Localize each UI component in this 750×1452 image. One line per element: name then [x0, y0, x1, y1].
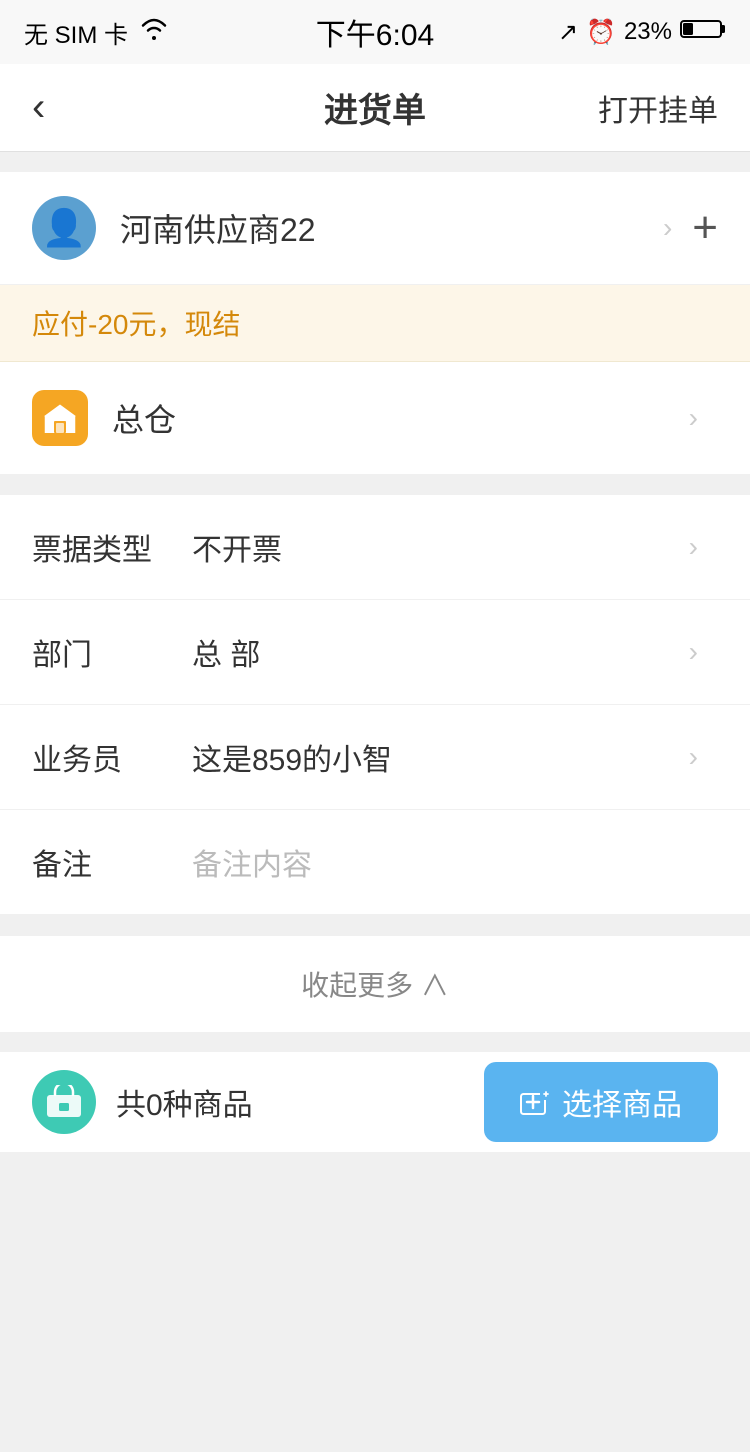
notice-text: 应付-20元，现结	[32, 309, 240, 340]
battery-label: 23%	[624, 18, 672, 46]
wifi-icon	[140, 18, 168, 47]
invoice-type-chevron-icon: ›	[689, 531, 698, 563]
invoice-type-label: 票据类型	[32, 525, 172, 569]
supplier-avatar: 👤	[32, 196, 96, 260]
department-row[interactable]: 部门 总 部 ›	[0, 600, 750, 705]
invoice-type-value: 不开票	[172, 525, 689, 569]
remark-input[interactable]: 备注内容	[172, 840, 718, 884]
separator-1	[0, 152, 750, 172]
battery-icon	[680, 18, 726, 47]
status-right: ↗ ⏰ 23%	[558, 18, 726, 47]
alarm-icon: ⏰	[586, 18, 616, 47]
supplier-section: 👤 河南供应商22 › + 应付-20元，现结 总仓 ›	[0, 172, 750, 475]
remark-row[interactable]: 备注 备注内容	[0, 810, 750, 915]
page-title: 进货单	[324, 83, 426, 132]
warehouse-name: 总仓	[112, 395, 689, 441]
collapse-label: 收起更多 ∧	[301, 964, 449, 1004]
supplier-chevron-icon: ›	[663, 212, 672, 244]
nav-bar: ‹ 进货单 打开挂单	[0, 64, 750, 152]
form-section: 票据类型 不开票 › 部门 总 部 › 业务员 这是859的小智 › 备注 备注…	[0, 495, 750, 915]
status-time: 下午6:04	[316, 10, 434, 54]
add-supplier-button[interactable]: +	[692, 206, 718, 250]
carrier-label: 无 SIM 卡	[24, 15, 128, 50]
warehouse-icon	[32, 390, 88, 446]
department-value: 总 部	[172, 630, 689, 674]
status-left: 无 SIM 卡	[24, 15, 168, 50]
product-count-label: 共0种商品	[116, 1080, 484, 1124]
bottom-product-bar: 共0种商品 选择商品	[0, 1052, 750, 1152]
bottom-gray-area	[0, 1152, 750, 1452]
avatar-icon: 👤	[42, 207, 87, 249]
salesperson-value: 这是859的小智	[172, 735, 689, 779]
collapse-row[interactable]: 收起更多 ∧	[0, 935, 750, 1032]
remark-label: 备注	[32, 840, 172, 884]
warehouse-chevron-icon: ›	[689, 402, 698, 434]
department-chevron-icon: ›	[689, 636, 698, 668]
product-icon-wrap	[32, 1070, 96, 1134]
back-button[interactable]: ‹	[32, 85, 92, 130]
department-label: 部门	[32, 630, 172, 674]
salesperson-label: 业务员	[32, 735, 172, 779]
location-icon: ↗	[558, 18, 578, 47]
warehouse-row[interactable]: 总仓 ›	[0, 362, 750, 475]
select-product-label: 选择商品	[562, 1080, 682, 1124]
salesperson-row[interactable]: 业务员 这是859的小智 ›	[0, 705, 750, 810]
open-pending-button[interactable]: 打开挂单	[598, 86, 718, 130]
supplier-row[interactable]: 👤 河南供应商22 › +	[0, 172, 750, 285]
notice-band: 应付-20元，现结	[0, 285, 750, 362]
invoice-type-row[interactable]: 票据类型 不开票 ›	[0, 495, 750, 600]
status-bar: 无 SIM 卡 下午6:04 ↗ ⏰ 23%	[0, 0, 750, 64]
salesperson-chevron-icon: ›	[689, 741, 698, 773]
supplier-name: 河南供应商22	[120, 205, 663, 251]
select-product-button[interactable]: 选择商品	[484, 1062, 718, 1142]
